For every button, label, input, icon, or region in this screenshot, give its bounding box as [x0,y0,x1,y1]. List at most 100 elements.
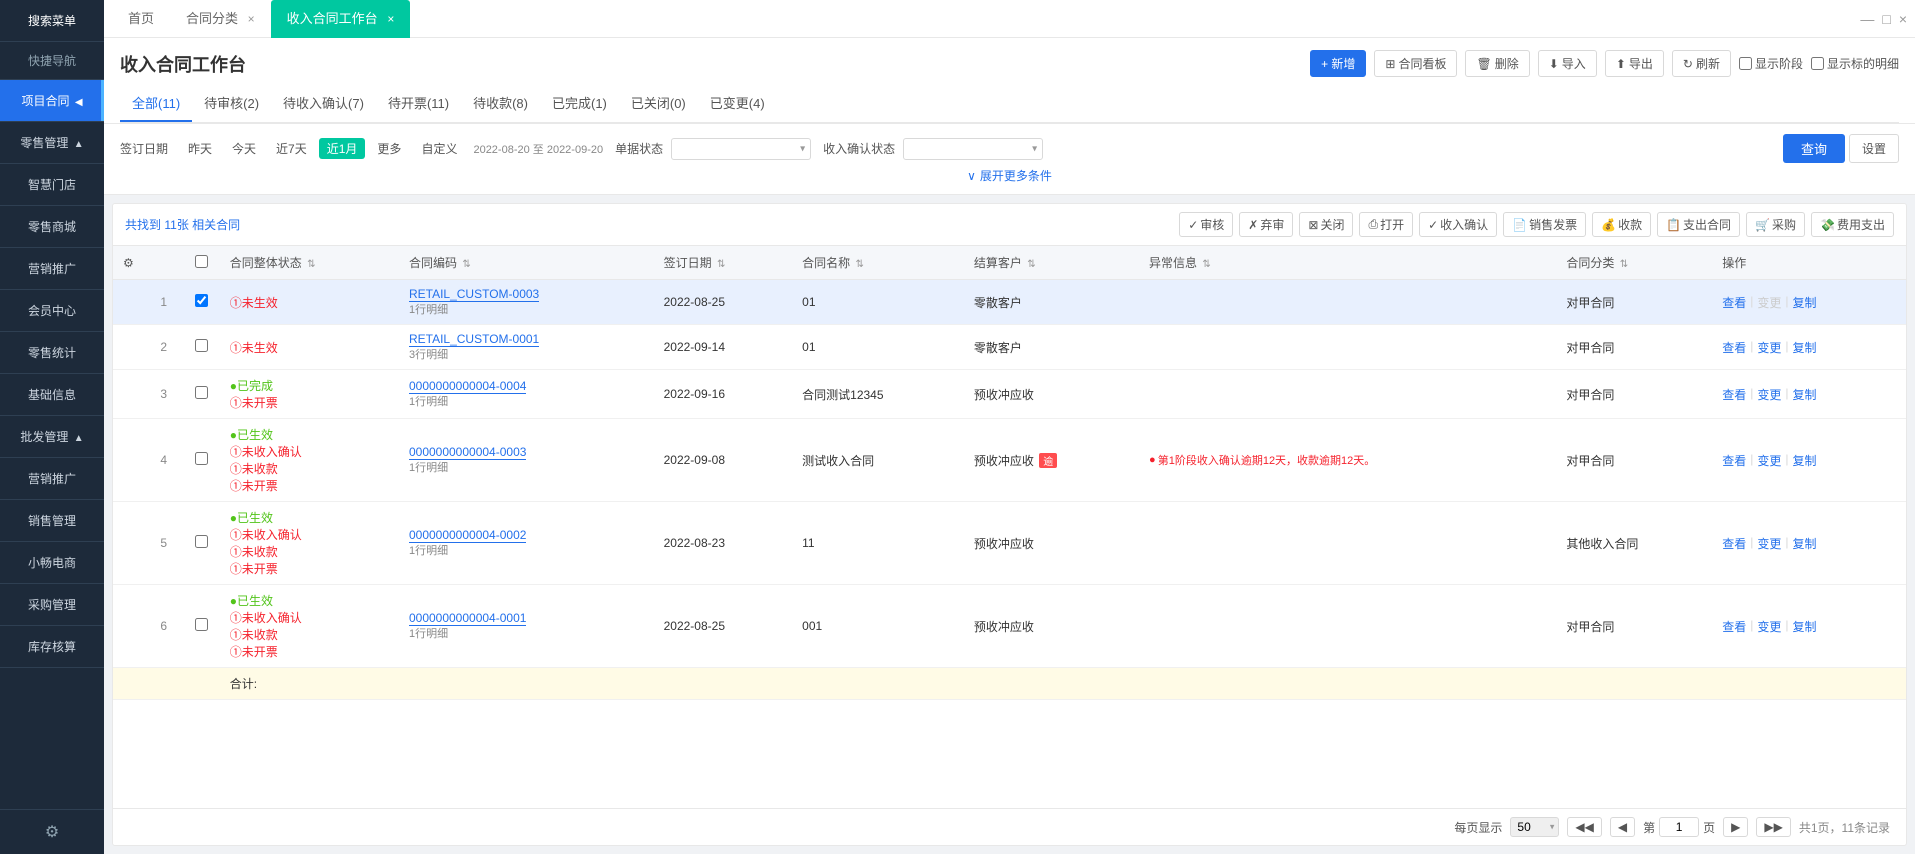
filter-tab-closed[interactable]: 已关闭(0) [619,85,698,122]
th-check[interactable] [184,246,220,280]
purchase-btn[interactable]: 🛒 采购 [1746,212,1805,237]
tab-close-contract-category[interactable]: × [248,12,255,26]
date-btn-today[interactable]: 今天 [224,138,264,159]
window-maximize-btn[interactable]: □ [1882,11,1890,27]
show-stage-label[interactable]: 显示阶段 [1739,55,1803,72]
date-btn-custom[interactable]: 自定义 [413,138,465,159]
contract-code-link[interactable]: 0000000000004-0003 [409,445,526,460]
doc-status-select[interactable] [671,138,811,160]
tab-income-workbench[interactable]: 收入合同工作台 × [271,0,411,38]
action-变更[interactable]: 变更 [1757,386,1781,403]
contract-code-link[interactable]: 0000000000004-0004 [409,379,526,394]
th-settlement-customer[interactable]: 结算客户 ⇅ [964,246,1139,280]
action-查看[interactable]: 查看 [1722,535,1746,552]
th-abnormal-info[interactable]: 异常信息 ⇅ [1139,246,1556,280]
show-stage-checkbox[interactable] [1739,57,1752,70]
sidebar-item-wholesale[interactable]: 批发管理 ▲ [0,416,104,458]
show-detail-label[interactable]: 显示标的明细 [1811,55,1899,72]
filter-tab-pending-income-confirm[interactable]: 待收入确认(7) [271,85,376,122]
filter-tab-changed[interactable]: 已变更(4) [698,85,777,122]
page-size-select[interactable]: 50 10 20 100 [1510,817,1559,837]
tab-home[interactable]: 首页 [112,0,170,38]
prev-page-btn[interactable]: ◀ [1610,817,1635,837]
th-contract-category[interactable]: 合同分类 ⇅ [1556,246,1712,280]
date-btn-last7[interactable]: 近7天 [268,138,315,159]
filter-tab-pending-invoice[interactable]: 待开票(11) [376,85,461,122]
action-复制[interactable]: 复制 [1793,535,1817,552]
filter-tab-completed[interactable]: 已完成(1) [540,85,619,122]
abandon-btn[interactable]: ✗ 弃审 [1239,212,1293,237]
contract-code-link[interactable]: 0000000000004-0002 [409,528,526,543]
action-变更[interactable]: 变更 [1757,339,1781,356]
th-contract-name[interactable]: 合同名称 ⇅ [792,246,964,280]
contract-panel-button[interactable]: ⊞ 合同看板 [1374,50,1457,77]
income-confirm-btn[interactable]: ✓ 收入确认 [1419,212,1497,237]
audit-btn[interactable]: ✓ 审核 [1179,212,1233,237]
cell-check[interactable] [184,325,220,370]
close-btn[interactable]: ⊠ 关闭 [1299,212,1353,237]
row-checkbox[interactable] [195,452,208,465]
row-checkbox[interactable] [195,386,208,399]
row-checkbox[interactable] [195,294,208,307]
show-detail-checkbox[interactable] [1811,57,1824,70]
export-button[interactable]: ⬆ 导出 [1605,50,1664,77]
cell-check[interactable] [184,419,220,502]
expand-more-btn[interactable]: ∨ 展开更多条件 [120,167,1899,184]
tab-close-income-workbench[interactable]: × [387,12,394,26]
cell-check[interactable] [184,585,220,668]
cell-check[interactable] [184,280,220,325]
action-变更[interactable]: 变更 [1757,618,1781,635]
sidebar-quick-nav[interactable]: 快捷导航 [0,42,104,80]
window-minimize-btn[interactable]: — [1860,11,1874,27]
action-复制[interactable]: 复制 [1793,339,1817,356]
action-查看[interactable]: 查看 [1722,452,1746,469]
sidebar-item-project[interactable]: 项目合同 ◀ [0,80,104,122]
date-btn-yesterday[interactable]: 昨天 [180,138,220,159]
th-contract-status[interactable]: 合同整体状态 ⇅ [220,246,399,280]
income-confirm-select[interactable] [903,138,1043,160]
print-btn[interactable]: ⎙ 打开 [1359,212,1413,237]
filter-tab-all[interactable]: 全部(11) [120,85,192,122]
contract-code-link[interactable]: RETAIL_CUSTOM-0001 [409,332,539,347]
th-sign-date[interactable]: 签订日期 ⇅ [654,246,793,280]
window-close-btn[interactable]: × [1899,11,1907,27]
sidebar-item-marketing[interactable]: 营销推广 [0,248,104,290]
sidebar-item-member[interactable]: 会员中心 [0,290,104,332]
filter-tab-pending-collect[interactable]: 待收款(8) [461,85,540,122]
contract-code-link[interactable]: 0000000000004-0001 [409,611,526,626]
next-page-btn[interactable]: ▶ [1723,817,1748,837]
row-checkbox[interactable] [195,339,208,352]
action-复制[interactable]: 复制 [1793,386,1817,403]
sales-invoice-btn[interactable]: 📄 销售发票 [1503,212,1586,237]
cell-check[interactable] [184,502,220,585]
sidebar-settings[interactable]: ⚙ [0,809,104,854]
last-page-btn[interactable]: ▶▶ [1756,817,1790,837]
filter-setting-button[interactable]: 设置 [1849,134,1899,163]
delete-button[interactable]: 🗑 删除 [1465,50,1529,77]
action-变更[interactable]: 变更 [1757,452,1781,469]
action-查看[interactable]: 查看 [1722,618,1746,635]
cell-check[interactable] [184,370,220,419]
sidebar-item-inventory[interactable]: 库存核算 [0,626,104,668]
expense-out-btn[interactable]: 💸 费用支出 [1811,212,1894,237]
sidebar-item-retail-stats[interactable]: 零售统计 [0,332,104,374]
sidebar-item-marketing2[interactable]: 营销推广 [0,458,104,500]
action-查看[interactable]: 查看 [1722,339,1746,356]
date-btn-more[interactable]: 更多 [369,138,409,159]
sidebar-item-basic-info[interactable]: 基础信息 [0,374,104,416]
action-变更[interactable]: 变更 [1757,294,1781,311]
row-checkbox[interactable] [195,618,208,631]
sidebar-item-ecommerce[interactable]: 小畅电商 [0,542,104,584]
page-input[interactable] [1659,817,1699,837]
action-查看[interactable]: 查看 [1722,294,1746,311]
sidebar-search[interactable]: 搜索菜单 [0,0,104,42]
th-contract-code[interactable]: 合同编码 ⇅ [399,246,654,280]
new-button[interactable]: + 新增 [1310,50,1366,77]
first-page-btn[interactable]: ◀◀ [1567,817,1601,837]
contract-code-link[interactable]: RETAIL_CUSTOM-0003 [409,287,539,302]
action-复制[interactable]: 复制 [1793,294,1817,311]
collect-btn[interactable]: 💰 收款 [1592,212,1651,237]
sidebar-item-retail[interactable]: 零售管理 ▲ [0,122,104,164]
row-checkbox[interactable] [195,535,208,548]
out-contract-btn[interactable]: 📋 支出合同 [1657,212,1740,237]
